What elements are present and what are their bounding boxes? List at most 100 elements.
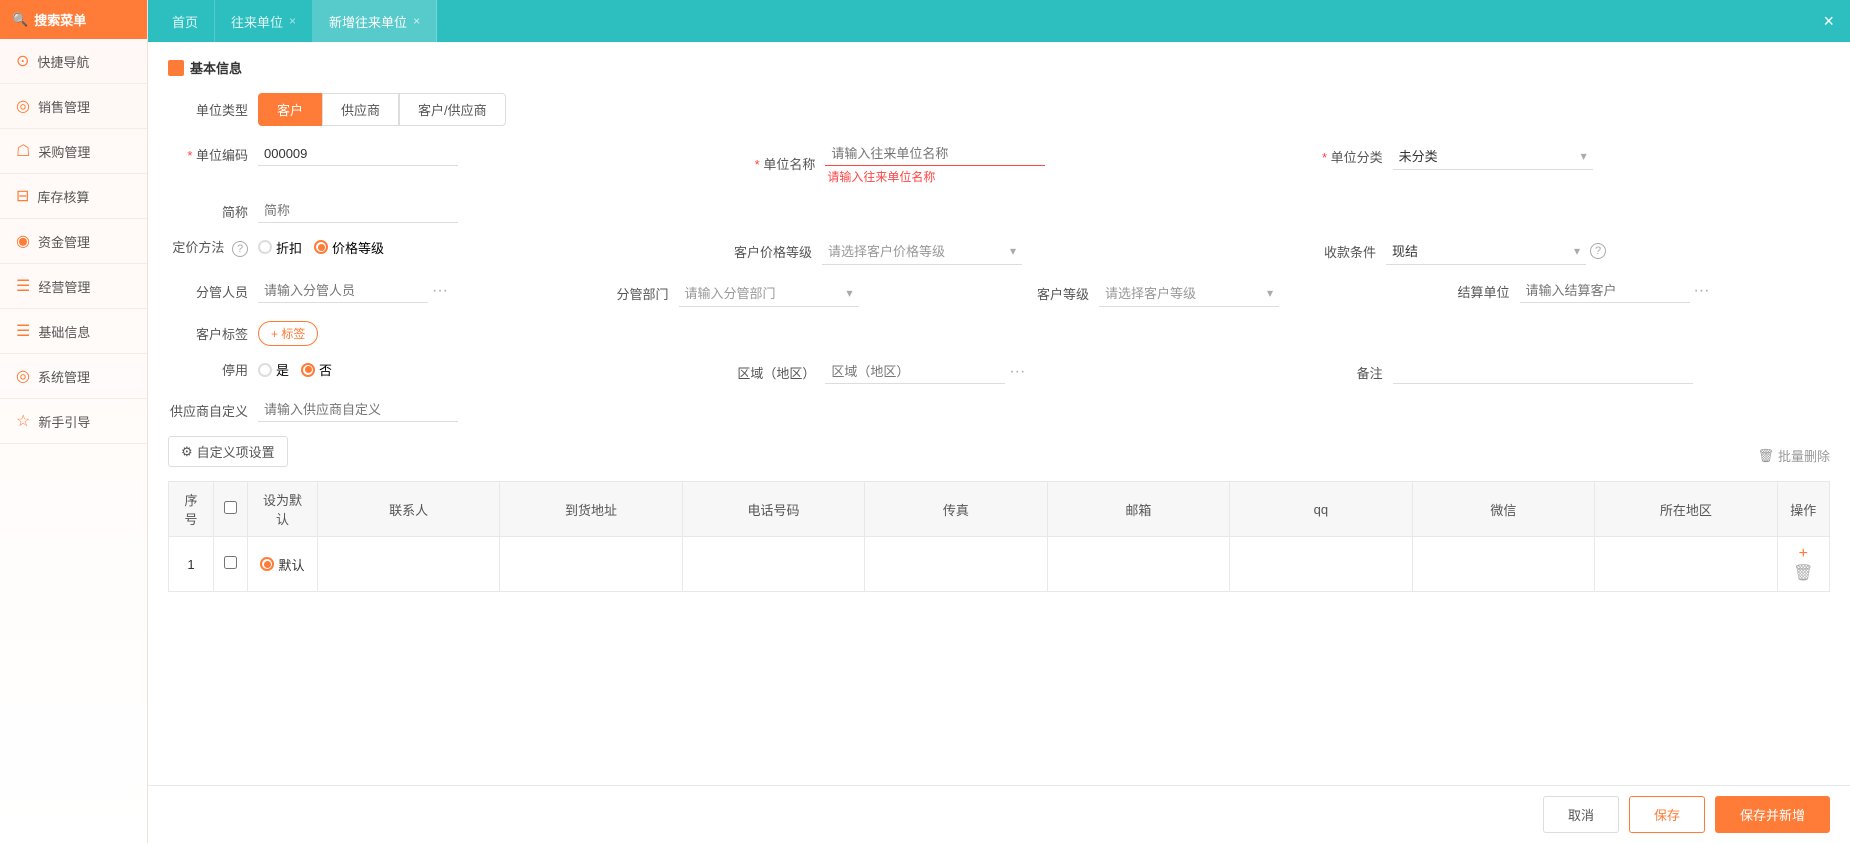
- search-icon: 🔍: [12, 12, 28, 28]
- sidebar: 🔍 搜索菜单 ⊙ 快捷导航 ◎ 销售管理 ☖ 采购管理 ⊟ 库存核算 ◉ 资金管…: [0, 0, 148, 843]
- radio-disabled-no[interactable]: 否: [301, 360, 332, 379]
- sidebar-item-basic-info[interactable]: ☰ 基础信息: [0, 309, 147, 354]
- btn-both[interactable]: 客户/供应商: [399, 93, 506, 126]
- table-section: ⚙ 自定义项设置 🗑 批量删除 序号 设为默认 联系人 到货地址 电话: [168, 436, 1830, 592]
- unit-name-error: 请输入往来单位名称: [827, 168, 1262, 185]
- payment-help-icon[interactable]: ?: [1590, 243, 1606, 259]
- unit-category-value: 未分类: [1399, 146, 1581, 165]
- add-row-button[interactable]: +: [1799, 545, 1808, 563]
- tab-new-partner-close[interactable]: ×: [413, 14, 420, 28]
- customer-level-select[interactable]: 请选择客户等级 ▾: [1099, 279, 1279, 307]
- add-tag-button[interactable]: + 标签: [258, 321, 318, 346]
- custom-settings-button[interactable]: ⚙ 自定义项设置: [168, 436, 288, 467]
- purchase-icon: ☖: [16, 141, 30, 161]
- sidebar-item-label: 资金管理: [38, 232, 90, 251]
- customer-price-level-select[interactable]: 请选择客户价格等级 ▾: [822, 237, 1022, 265]
- customer-tag-label: 客户标签: [168, 324, 248, 343]
- payment-terms-select[interactable]: 现结 ▾: [1386, 237, 1586, 265]
- unit-name-label: 单位名称: [735, 154, 815, 173]
- contact-input[interactable]: [328, 553, 489, 576]
- th-checkbox: [214, 482, 248, 537]
- th-no: 序号: [169, 482, 214, 537]
- sidebar-item-operations[interactable]: ☰ 经营管理: [0, 264, 147, 309]
- btn-customer[interactable]: 客户: [258, 93, 322, 126]
- abbr-label: 简称: [168, 202, 248, 221]
- delete-row-button[interactable]: 🗑: [1793, 563, 1813, 583]
- pricing-help-icon[interactable]: ?: [232, 241, 248, 257]
- sidebar-item-label: 快捷导航: [37, 52, 89, 71]
- phone-input[interactable]: [693, 553, 854, 576]
- sidebar-item-label: 新手引导: [38, 412, 90, 431]
- sidebar-item-finance[interactable]: ◉ 资金管理: [0, 219, 147, 264]
- region-input[interactable]: [825, 360, 1005, 384]
- qq-input[interactable]: [1240, 553, 1402, 576]
- radio-disabled-no-inner: [305, 366, 312, 373]
- chevron-down-icon-5: ▾: [1267, 286, 1273, 300]
- customer-level-label: 客户等级: [1009, 284, 1089, 303]
- unit-category-field: 单位分类 未分类 ▾: [1303, 142, 1830, 170]
- radio-discount[interactable]: 折扣: [258, 238, 302, 257]
- form-row-tag: 客户标签 + 标签: [168, 321, 1830, 346]
- settlement-unit-input[interactable]: [1520, 279, 1690, 303]
- select-all-checkbox[interactable]: [224, 501, 237, 514]
- dept-select[interactable]: 请输入分管部门 ▾: [679, 279, 859, 307]
- sidebar-search[interactable]: 🔍 搜索菜单: [0, 0, 147, 39]
- unit-name-input[interactable]: [825, 142, 1045, 166]
- th-default: 设为默认: [248, 482, 318, 537]
- sidebar-item-guide[interactable]: ☆ 新手引导: [0, 399, 147, 444]
- abbr-input[interactable]: [258, 199, 458, 223]
- table-header-row: 序号 设为默认 联系人 到货地址 电话号码 传真 邮箱 qq 微信 所在地区 操…: [169, 482, 1830, 537]
- address-input[interactable]: [510, 553, 671, 576]
- form-row-1: 单位编码 单位名称 请输入往来单位名称 单位分类 未分类 ▾: [168, 142, 1830, 185]
- sidebar-item-system[interactable]: ◎ 系统管理: [0, 354, 147, 399]
- sidebar-item-quick-nav[interactable]: ⊙ 快捷导航: [0, 39, 147, 84]
- save-and-new-button[interactable]: 保存并新增: [1715, 796, 1830, 833]
- save-button[interactable]: 保存: [1629, 796, 1705, 833]
- cell-address: [500, 537, 682, 592]
- sidebar-item-inventory[interactable]: ⊟ 库存核算: [0, 174, 147, 219]
- radio-disabled-yes[interactable]: 是: [258, 360, 289, 379]
- tab-partners[interactable]: 往来单位 ×: [215, 0, 313, 42]
- sidebar-item-sales[interactable]: ◎ 销售管理: [0, 84, 147, 129]
- sidebar-item-purchase[interactable]: ☖ 采购管理: [0, 129, 147, 174]
- tab-home[interactable]: 首页: [156, 0, 215, 42]
- chevron-down-icon: ▾: [1581, 149, 1587, 163]
- th-region: 所在地区: [1595, 482, 1777, 537]
- default-radio[interactable]: 默认: [258, 555, 307, 574]
- chevron-down-icon-2: ▾: [1010, 244, 1016, 258]
- cell-wechat: [1412, 537, 1594, 592]
- wechat-input[interactable]: [1423, 553, 1584, 576]
- cell-qq: [1230, 537, 1413, 592]
- supplier-custom-input[interactable]: [258, 398, 458, 422]
- manager-input[interactable]: [258, 279, 428, 303]
- row-checkbox[interactable]: [224, 556, 237, 569]
- section-title: 基本信息: [168, 58, 1830, 77]
- manager-dots[interactable]: ···: [428, 282, 452, 300]
- fax-input[interactable]: [875, 553, 1036, 576]
- tab-bar: 首页 往来单位 × 新增往来单位 × ×: [148, 0, 1850, 42]
- batch-delete-button[interactable]: 🗑 批量删除: [1757, 442, 1830, 469]
- btn-supplier[interactable]: 供应商: [322, 93, 399, 126]
- th-qq: qq: [1230, 482, 1413, 537]
- radio-price-level[interactable]: 价格等级: [314, 238, 384, 257]
- radio-price-level-inner: [318, 244, 325, 251]
- region-table-input[interactable]: [1605, 553, 1766, 576]
- settings-icon: ⚙: [181, 444, 193, 460]
- remarks-label: 备注: [1303, 363, 1383, 382]
- tab-partners-close[interactable]: ×: [289, 14, 296, 28]
- unit-category-select[interactable]: 未分类 ▾: [1393, 142, 1593, 170]
- region-dots[interactable]: ···: [1005, 363, 1029, 381]
- remarks-input[interactable]: [1393, 360, 1693, 384]
- cell-fax: [865, 537, 1047, 592]
- cancel-button[interactable]: 取消: [1543, 796, 1619, 833]
- radio-discount-label: 折扣: [276, 238, 302, 257]
- abbr-field: 简称: [168, 199, 1830, 223]
- manager-label: 分管人员: [168, 282, 248, 301]
- email-input[interactable]: [1058, 553, 1219, 576]
- payment-terms-label: 收款条件: [1296, 242, 1376, 261]
- settlement-dots[interactable]: ···: [1690, 282, 1714, 300]
- sidebar-item-label: 基础信息: [38, 322, 90, 341]
- window-close-button[interactable]: ×: [1815, 11, 1842, 32]
- tab-new-partner[interactable]: 新增往来单位 ×: [313, 0, 437, 42]
- unit-code-input[interactable]: [258, 142, 458, 166]
